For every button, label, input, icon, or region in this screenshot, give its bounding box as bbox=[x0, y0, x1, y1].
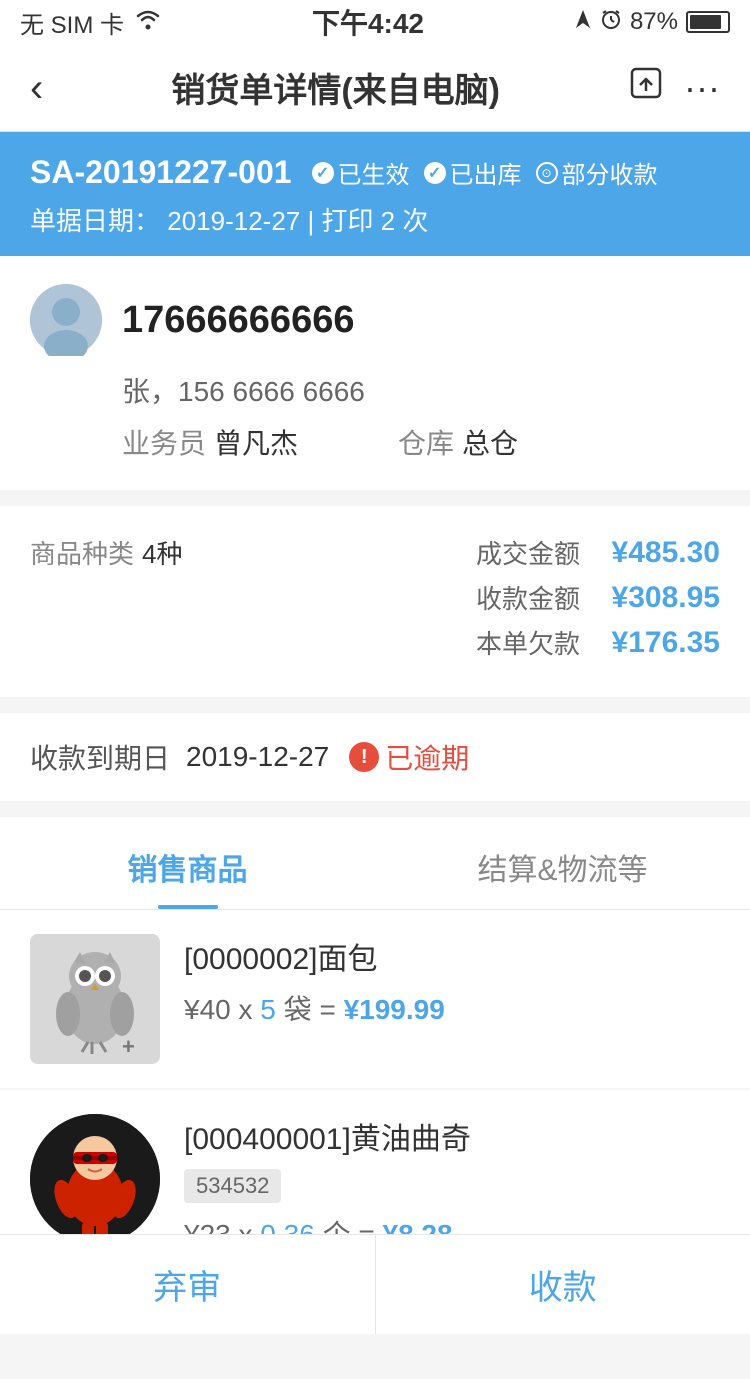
customer-info-row: 业务员 曾凡杰 仓库 总仓 bbox=[122, 422, 720, 462]
deal-label: 成交金额 bbox=[476, 534, 580, 571]
sales-name: 曾凡杰 bbox=[214, 422, 298, 462]
product-sku-2: 534532 bbox=[184, 1169, 281, 1203]
back-button[interactable]: ‹ bbox=[30, 68, 43, 108]
badge-effective: ✓ 已生效 bbox=[312, 155, 410, 190]
receive-row: 收款金额 ¥308.95 bbox=[375, 579, 720, 616]
product-price-row-1: ¥40 x 5 袋 = ¥199.99 bbox=[184, 988, 720, 1028]
products-section: + [0000002]面包 ¥40 x 5 袋 = ¥199.99 bbox=[0, 910, 750, 1277]
warehouse-name: 总仓 bbox=[462, 422, 518, 462]
status-bar: 无 SIM 卡 下午4:42 87% bbox=[0, 0, 750, 44]
product-details-1: [0000002]面包 ¥40 x 5 袋 = ¥199.99 bbox=[184, 934, 720, 1028]
svg-text:+: + bbox=[122, 1034, 135, 1059]
product-price-1: ¥40 bbox=[184, 994, 231, 1025]
debt-label: 本单欠款 bbox=[476, 624, 580, 661]
check-icon-1: ✓ bbox=[312, 162, 334, 184]
debt-row: 本单欠款 ¥176.35 bbox=[375, 624, 720, 661]
customer-section: 17666666666 张，156 6666 6666 业务员 曾凡杰 仓库 总… bbox=[0, 256, 750, 490]
product-total-1: ¥199.99 bbox=[344, 994, 445, 1025]
customer-id: 17666666666 bbox=[122, 299, 354, 342]
product-ninja-icon bbox=[30, 1114, 160, 1244]
due-section: 收款到期日 2019-12-27 ! 已逾期 bbox=[0, 713, 750, 801]
tab-settlement[interactable]: 结算&物流等 bbox=[375, 817, 750, 909]
badge-shipped: ✓ 已出库 bbox=[424, 155, 522, 190]
order-meta-date: 2019-12-27 bbox=[167, 206, 300, 236]
wifi-icon bbox=[134, 8, 162, 37]
tabs-row: 销售商品 结算&物流等 bbox=[0, 817, 750, 909]
battery-icon bbox=[686, 11, 730, 33]
status-badges: ✓ 已生效 ✓ 已出库 ⊙ 部分收款 bbox=[312, 155, 658, 190]
product-qty-1: 5 bbox=[260, 994, 276, 1025]
abandon-review-button[interactable]: 弃审 bbox=[0, 1235, 376, 1334]
alarm-icon bbox=[600, 8, 622, 37]
summary-left: 商品种类 4种 bbox=[30, 534, 375, 575]
nav-actions: ··· bbox=[628, 65, 720, 110]
product-name-1: [0000002]面包 bbox=[184, 934, 720, 978]
collect-payment-button[interactable]: 收款 bbox=[376, 1235, 750, 1334]
product-name-2: [000400001]黄油曲奇 bbox=[184, 1114, 720, 1158]
overdue-icon: ! bbox=[349, 742, 379, 772]
order-meta-print: | 打印 2 次 bbox=[307, 206, 428, 236]
type-value: 4种 bbox=[142, 534, 182, 571]
product-item-1: + [0000002]面包 ¥40 x 5 袋 = ¥199.99 bbox=[0, 910, 750, 1088]
order-id: SA-20191227-001 bbox=[30, 154, 292, 191]
tab-sales-products[interactable]: 销售商品 bbox=[0, 817, 375, 909]
receive-value: ¥308.95 bbox=[600, 581, 720, 615]
customer-name: 张，156 6666 6666 bbox=[122, 370, 720, 410]
due-date: 2019-12-27 bbox=[186, 741, 329, 773]
order-meta: 单据日期： 2019-12-27 | 打印 2 次 bbox=[30, 201, 720, 238]
bottom-bar: 弃审 收款 bbox=[0, 1234, 750, 1334]
status-left: 无 SIM 卡 bbox=[20, 5, 162, 40]
summary-right: 成交金额 ¥485.30 收款金额 ¥308.95 本单欠款 ¥176.35 bbox=[375, 534, 720, 669]
clock-icon: ⊙ bbox=[536, 162, 558, 184]
due-label: 收款到期日 bbox=[30, 737, 170, 777]
tabs-section: 销售商品 结算&物流等 bbox=[0, 817, 750, 910]
product-owl-icon: + bbox=[30, 934, 160, 1064]
status-right: 87% bbox=[574, 8, 730, 37]
deal-value: ¥485.30 bbox=[600, 536, 720, 570]
check-icon-2: ✓ bbox=[424, 162, 446, 184]
order-meta-label: 单据日期： bbox=[30, 206, 160, 236]
product-image-2 bbox=[30, 1114, 160, 1244]
overdue-text: 已逾期 bbox=[385, 737, 469, 777]
carrier-label: 无 SIM 卡 bbox=[20, 5, 124, 40]
location-icon bbox=[574, 8, 592, 37]
nav-bar: ‹ 销货单详情(来自电脑) ··· bbox=[0, 44, 750, 132]
product-unit-1: 袋 bbox=[284, 994, 312, 1025]
battery-label: 87% bbox=[630, 8, 678, 36]
debt-value: ¥176.35 bbox=[600, 626, 720, 660]
receive-label: 收款金额 bbox=[476, 579, 580, 616]
overdue-badge: ! 已逾期 bbox=[349, 737, 469, 777]
summary-section: 商品种类 4种 成交金额 ¥485.30 收款金额 ¥308.95 本单欠款 ¥… bbox=[0, 506, 750, 697]
deal-row: 成交金额 ¥485.30 bbox=[375, 534, 720, 571]
page-title: 销货单详情(来自电脑) bbox=[43, 63, 628, 112]
type-label: 商品种类 bbox=[30, 534, 134, 571]
warehouse-label: 仓库 bbox=[398, 422, 454, 462]
summary-type: 商品种类 4种 bbox=[30, 534, 375, 571]
sales-label: 业务员 bbox=[122, 422, 206, 462]
customer-avatar bbox=[30, 284, 102, 356]
more-icon[interactable]: ··· bbox=[684, 67, 720, 109]
status-time: 下午4:42 bbox=[312, 2, 424, 42]
badge-partial-payment: ⊙ 部分收款 bbox=[536, 155, 658, 190]
product-details-2: [000400001]黄油曲奇 534532 ¥23 x 0.36 个 = ¥8… bbox=[184, 1114, 720, 1253]
order-header: SA-20191227-001 ✓ 已生效 ✓ 已出库 ⊙ 部分收款 单据日期：… bbox=[0, 132, 750, 256]
customer-row: 17666666666 bbox=[30, 284, 720, 356]
product-image-1: + bbox=[30, 934, 160, 1064]
share-icon[interactable] bbox=[628, 65, 664, 110]
